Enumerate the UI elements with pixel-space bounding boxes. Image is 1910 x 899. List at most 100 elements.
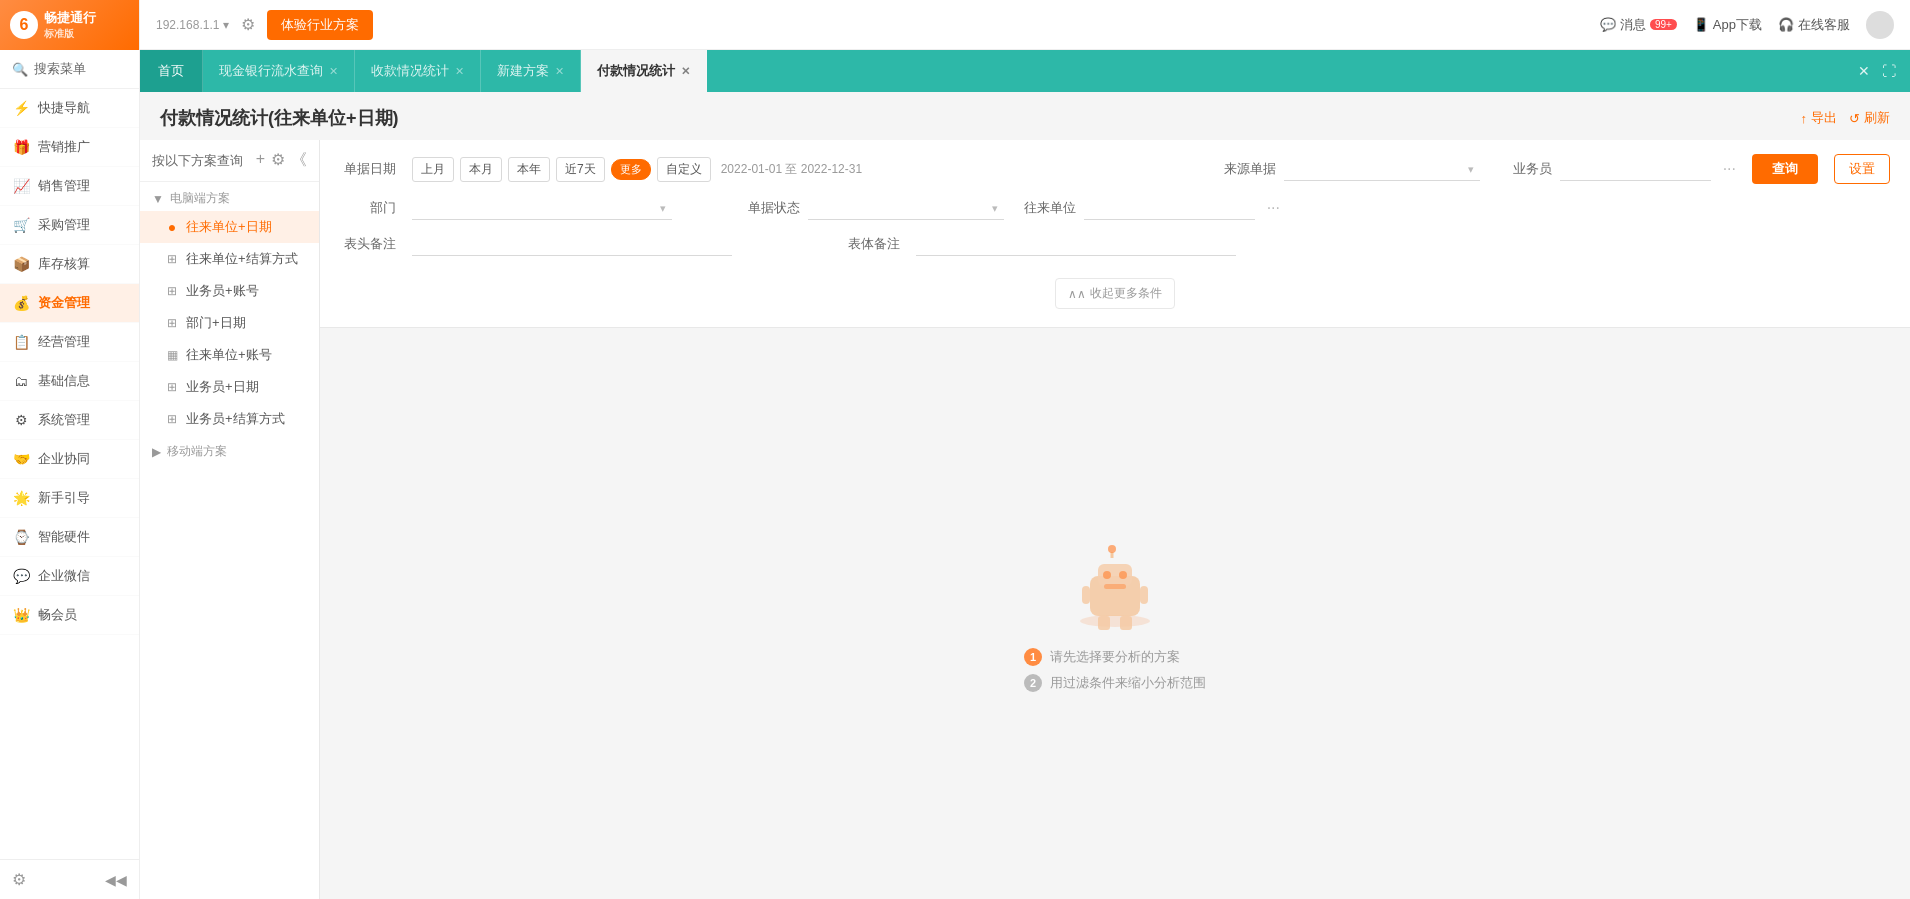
empty-hint-2-text: 用过滤条件来缩小分析范围 (1050, 674, 1206, 692)
tab-bank-close-icon[interactable]: ✕ (329, 65, 338, 78)
scheme-item-dept-date[interactable]: ⊞ 部门+日期 (140, 307, 319, 339)
scheme-item-staff-date[interactable]: ⊞ 业务员+日期 (140, 371, 319, 403)
date-btn-this-year[interactable]: 本年 (508, 157, 550, 182)
empty-hint-1: 1 请先选择要分析的方案 (1024, 648, 1206, 666)
source-filter-select[interactable] (1284, 157, 1480, 181)
svg-rect-9 (1120, 616, 1132, 630)
sidebar-item-guide-label: 新手引导 (38, 489, 90, 507)
source-filter-section: 来源单据 ▾ (1220, 157, 1480, 181)
sidebar-item-hardware[interactable]: ⌚ 智能硬件 (0, 518, 139, 557)
sidebar-footer-settings-icon[interactable]: ⚙ (12, 870, 26, 889)
status-filter-select[interactable] (808, 196, 1004, 220)
tab-home-label: 首页 (158, 62, 184, 80)
sidebar-item-enterprise-label: 企业协同 (38, 450, 90, 468)
scheme-item-unit-date[interactable]: ● 往来单位+日期 (140, 211, 319, 243)
scheme-collapse-button[interactable]: 《 (291, 150, 307, 171)
tab-payment-label: 付款情况统计 (597, 62, 675, 80)
sidebar-item-marketing[interactable]: 🎁 营销推广 (0, 128, 139, 167)
scheme-group-desktop[interactable]: ▼ 电脑端方案 (140, 182, 319, 211)
sidebar-collapse-icon[interactable]: ◀◀ (105, 872, 127, 888)
page-actions: ↑ 导出 ↺ 刷新 (1801, 109, 1891, 127)
scheme-item-staff-settle-label: 业务员+结算方式 (186, 410, 285, 428)
date-btn-7days[interactable]: 近7天 (556, 157, 605, 182)
tab-payment[interactable]: 付款情况统计 ✕ (581, 50, 707, 92)
scheme-item-unit-settle[interactable]: ⊞ 往来单位+结算方式 (140, 243, 319, 275)
scheme-manage-button[interactable]: ⚙ (271, 150, 285, 171)
sidebar-item-hardware-label: 智能硬件 (38, 528, 90, 546)
collapse-button[interactable]: ∧∧ 收起更多条件 (1055, 278, 1175, 309)
sidebar-item-operation[interactable]: 📋 经营管理 (0, 323, 139, 362)
staff-filter-section: 业务员 ··· (1496, 157, 1736, 181)
scheme-item-grid-icon-4: ⊞ (164, 379, 180, 395)
message-item[interactable]: 💬 消息 99+ (1600, 16, 1677, 34)
partner-filter-input[interactable] (1084, 196, 1255, 220)
date-btn-this-month[interactable]: 本月 (460, 157, 502, 182)
logo-icon: 6 (10, 11, 38, 39)
sidebar-item-wechat[interactable]: 💬 企业微信 (0, 557, 139, 596)
online-service-item[interactable]: 🎧 在线客服 (1778, 16, 1850, 34)
sidebar-item-nav[interactable]: ⚡ 快捷导航 (0, 89, 139, 128)
settings-icon[interactable]: ⚙ (241, 15, 255, 34)
staff-filter-dots[interactable]: ··· (1723, 160, 1736, 178)
user-avatar[interactable] (1866, 11, 1894, 39)
scheme-group-mobile[interactable]: ▶ 移动端方案 (140, 435, 319, 464)
settings-button[interactable]: 设置 (1834, 154, 1890, 184)
date-btn-last-month[interactable]: 上月 (412, 157, 454, 182)
sidebar-item-marketing-label: 营销推广 (38, 138, 90, 156)
tab-receipt[interactable]: 收款情况统计 ✕ (355, 50, 481, 92)
sidebar-item-purchase[interactable]: 🛒 采购管理 (0, 206, 139, 245)
app-download-item[interactable]: 📱 App下载 (1693, 16, 1762, 34)
svg-point-3 (1103, 571, 1111, 579)
hint-number-2: 2 (1024, 674, 1042, 692)
body-note-input[interactable] (916, 232, 1236, 256)
svg-rect-8 (1098, 616, 1110, 630)
tab-receipt-close-icon[interactable]: ✕ (455, 65, 464, 78)
scheme-panel-header: 按以下方案查询 + ⚙ 《 (140, 140, 319, 182)
tab-window-close-icon[interactable]: ✕ (1854, 63, 1874, 79)
date-range-display: 2022-01-01 至 2022-12-31 (721, 161, 862, 178)
tab-home[interactable]: 首页 (140, 50, 203, 92)
tab-new-label: 新建方案 (497, 62, 549, 80)
sidebar-item-basic[interactable]: 🗂 基础信息 (0, 362, 139, 401)
status-filter-section: 单据状态 ▾ (744, 196, 1004, 220)
scheme-item-staff-account[interactable]: ⊞ 业务员+账号 (140, 275, 319, 307)
system-icon: ⚙ (12, 411, 30, 429)
sidebar-item-system[interactable]: ⚙ 系统管理 (0, 401, 139, 440)
staff-filter-input[interactable] (1560, 157, 1711, 181)
address-dropdown-icon[interactable]: ▾ (223, 18, 229, 32)
sidebar-item-sales[interactable]: 📈 销售管理 (0, 167, 139, 206)
header-note-input[interactable] (412, 232, 732, 256)
refresh-button[interactable]: ↺ 刷新 (1849, 109, 1890, 127)
date-btn-more[interactable]: 更多 (611, 159, 651, 180)
sidebar-item-funds-label: 资金管理 (38, 294, 90, 312)
sidebar-item-inventory[interactable]: 📦 库存核算 (0, 245, 139, 284)
partner-filter-dots[interactable]: ··· (1267, 199, 1280, 217)
scheme-add-button[interactable]: + (256, 150, 265, 171)
source-filter-label: 来源单据 (1220, 160, 1276, 178)
tab-new-close-icon[interactable]: ✕ (555, 65, 564, 78)
tab-maximize-icon[interactable]: ⛶ (1878, 63, 1900, 79)
sidebar-item-funds[interactable]: 💰 资金管理 (0, 284, 139, 323)
trial-button[interactable]: 体验行业方案 (267, 10, 373, 40)
tab-new[interactable]: 新建方案 ✕ (481, 50, 581, 92)
staff-filter-wrap (1560, 157, 1711, 181)
scheme-item-unit-account[interactable]: ▦ 往来单位+账号 (140, 339, 319, 371)
sidebar-item-search[interactable]: 🔍 搜索菜单 (0, 50, 139, 89)
purchase-icon: 🛒 (12, 216, 30, 234)
dept-filter-select[interactable] (412, 196, 672, 220)
export-button[interactable]: ↑ 导出 (1801, 109, 1838, 127)
scheme-item-staff-settle[interactable]: ⊞ 业务员+结算方式 (140, 403, 319, 435)
filter-area: 单据日期 上月 本月 本年 近7天 更多 自定义 2022-01-01 至 20… (320, 140, 1910, 328)
sidebar-item-member[interactable]: 👑 畅会员 (0, 596, 139, 635)
date-btn-custom[interactable]: 自定义 (657, 157, 711, 182)
scheme-panel-title: 按以下方案查询 (152, 152, 243, 170)
sidebar-item-guide[interactable]: 🌟 新手引导 (0, 479, 139, 518)
sidebar-item-enterprise[interactable]: 🤝 企业协同 (0, 440, 139, 479)
main-area: 192.168.1.1 ▾ ⚙ 体验行业方案 💬 消息 99+ 📱 App下载 … (140, 0, 1910, 899)
query-button[interactable]: 查询 (1752, 154, 1818, 184)
search-icon: 🔍 (12, 62, 28, 77)
tab-bank[interactable]: 现金银行流水查询 ✕ (203, 50, 355, 92)
scheme-item-active-icon: ● (164, 219, 180, 235)
sidebar-item-wechat-label: 企业微信 (38, 567, 90, 585)
tab-payment-close-icon[interactable]: ✕ (681, 65, 690, 78)
